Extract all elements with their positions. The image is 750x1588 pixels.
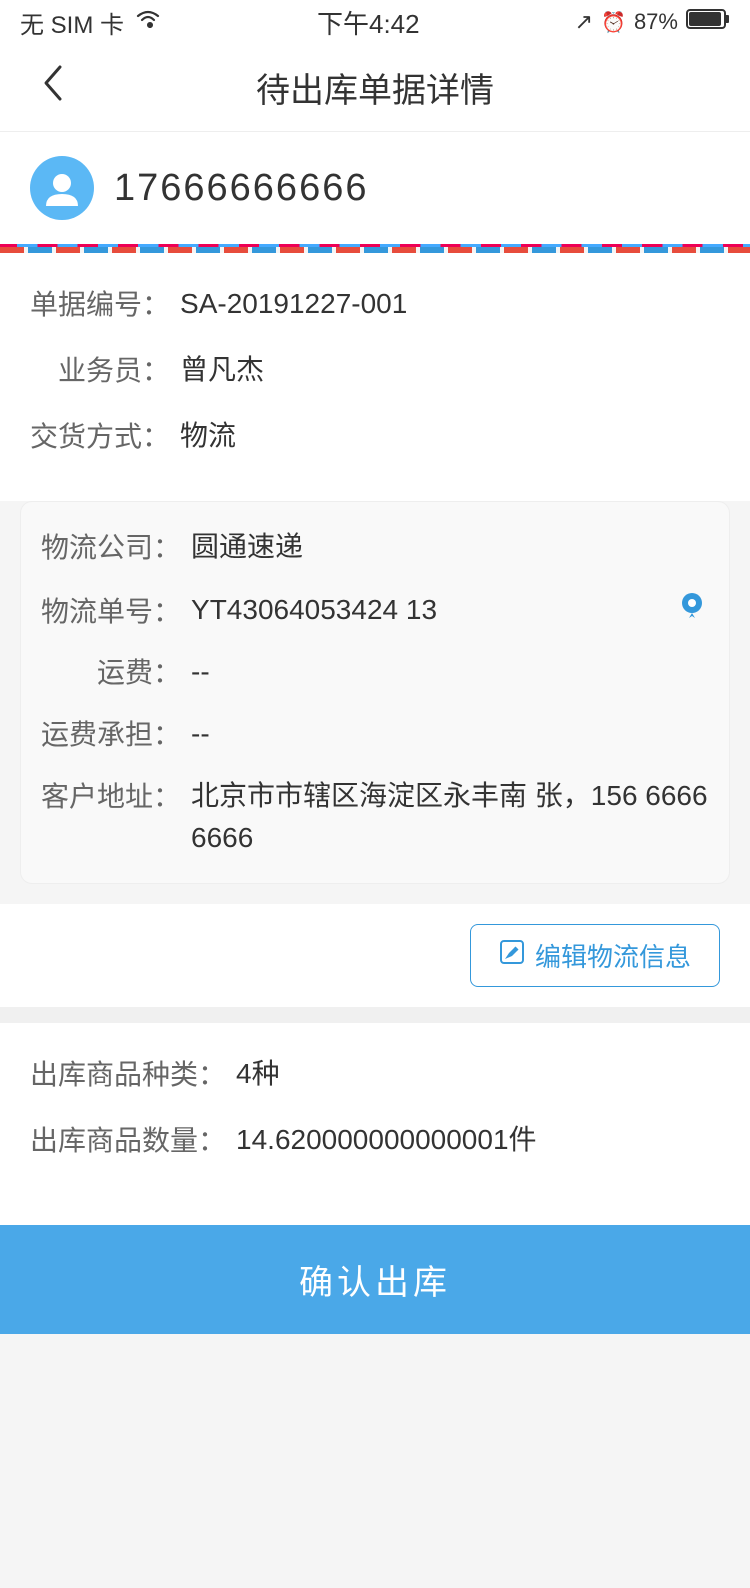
delivery-method-label: 交货方式： [30, 415, 170, 455]
salesman-label: 业务员： [30, 349, 170, 389]
alarm-icon: ⏰ [601, 10, 626, 35]
order-info-section: 单据编号： SA-20191227-001 业务员： 曾凡杰 交货方式： 物流 [0, 253, 750, 501]
address-value: 北京市市辖区海淀区永丰南 张，156 6666 6666 [191, 775, 709, 859]
goods-quantity-row: 出库商品数量： 14.620000000000001件 [30, 1119, 720, 1161]
salesman-value: 曾凡杰 [180, 349, 720, 391]
salesman-row: 业务员： 曾凡杰 [30, 349, 720, 391]
address-row: 客户地址： 北京市市辖区海淀区永丰南 张，156 6666 6666 [41, 775, 709, 859]
status-right: ↗ ⏰ 87% [575, 8, 730, 36]
confirm-button[interactable]: 确认出库 [0, 1225, 750, 1334]
goods-type-value: 4种 [236, 1053, 720, 1095]
confirm-btn-container: 确认出库 [0, 1225, 750, 1334]
battery-icon [686, 8, 730, 36]
edit-logistics-label: 编辑物流信息 [535, 937, 691, 974]
tracking-row: 物流单号： YT43064053424 13 [41, 588, 709, 631]
customer-phone: 17666666666 [114, 167, 368, 210]
edit-action-row: 编辑物流信息 [0, 904, 750, 1007]
delivery-method-value: 物流 [180, 415, 720, 457]
freight-bearer-row: 运费承担： -- [41, 713, 709, 755]
battery-text: 87% [634, 9, 678, 35]
address-label: 客户地址： [41, 775, 181, 815]
freight-row: 运费： -- [41, 651, 709, 693]
freight-bearer-label: 运费承担： [41, 713, 181, 753]
order-number-value: SA-20191227-001 [180, 283, 720, 325]
section-separator-1 [0, 1007, 750, 1023]
freight-bearer-value: -- [191, 713, 709, 755]
wifi-icon [134, 8, 162, 36]
goods-section: 出库商品种类： 4种 出库商品数量： 14.620000000000001件 [0, 1023, 750, 1205]
time-text: 下午4:42 [317, 4, 420, 41]
avatar [30, 156, 94, 220]
order-number-row: 单据编号： SA-20191227-001 [30, 283, 720, 325]
carrier-text: 无 SIM 卡 [20, 5, 124, 40]
logistics-company-row: 物流公司： 圆通速递 [41, 526, 709, 568]
order-number-label: 单据编号： [30, 283, 170, 323]
status-bar: 无 SIM 卡 下午4:42 ↗ ⏰ 87% [0, 0, 750, 44]
tracking-label: 物流单号： [41, 590, 181, 630]
tracking-value: YT43064053424 13 [191, 594, 659, 626]
nav-bar: 待出库单据详情 [0, 44, 750, 132]
freight-value: -- [191, 651, 709, 693]
goods-type-label: 出库商品种类： [30, 1053, 226, 1093]
logistics-card: 物流公司： 圆通速递 物流单号： YT43064053424 13 运费： --… [20, 501, 730, 884]
bottom-spacer [0, 1308, 750, 1488]
location-icon[interactable] [675, 588, 709, 631]
back-button[interactable] [30, 53, 74, 122]
goods-quantity-value: 14.620000000000001件 [236, 1119, 720, 1161]
freight-label: 运费： [41, 651, 181, 691]
logistics-company-value: 圆通速递 [191, 526, 709, 568]
goods-type-row: 出库商品种类： 4种 [30, 1053, 720, 1095]
delivery-method-row: 交货方式： 物流 [30, 415, 720, 457]
location-status-icon: ↗ [575, 9, 593, 35]
page-title: 待出库单据详情 [256, 63, 494, 112]
edit-logistics-button[interactable]: 编辑物流信息 [470, 924, 720, 987]
status-left: 无 SIM 卡 [20, 5, 162, 40]
customer-header: 17666666666 [0, 132, 750, 247]
logistics-company-label: 物流公司： [41, 526, 181, 566]
edit-icon [499, 939, 525, 972]
goods-quantity-label: 出库商品数量： [30, 1119, 226, 1159]
